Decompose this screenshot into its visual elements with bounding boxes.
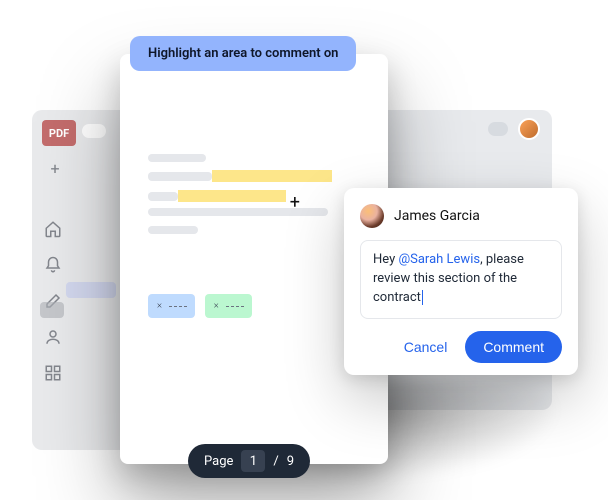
background-row [40, 302, 64, 318]
pagination-label: Page [204, 454, 233, 469]
highlight-row[interactable] [148, 172, 360, 182]
text-placeholder [148, 226, 198, 234]
signature-field-1[interactable]: × [148, 294, 195, 318]
comment-author-name: James Garcia [394, 208, 480, 224]
background-avatar [518, 118, 540, 140]
sidebar-icon-stack [44, 220, 62, 382]
comment-header: James Garcia [360, 204, 562, 228]
highlight-region[interactable] [178, 190, 286, 202]
comment-button[interactable]: Comment [465, 331, 562, 363]
signature-line [226, 306, 244, 307]
pagination-current-page[interactable]: 1 [241, 450, 265, 472]
cancel-button[interactable]: Cancel [392, 331, 460, 363]
comment-popover: James Garcia Hey @Sarah Lewis, please re… [344, 188, 578, 375]
text-caret-icon [422, 290, 423, 305]
plus-icon: + [48, 162, 62, 176]
bell-icon [44, 256, 62, 274]
comment-input[interactable]: Hey @Sarah Lewis, please review this sec… [360, 240, 562, 319]
avatar [360, 204, 384, 228]
signature-scribble-icon: × [156, 301, 163, 312]
text-placeholder [148, 172, 212, 181]
background-pill [488, 122, 508, 136]
background-selected-row [66, 282, 116, 298]
pagination-bar[interactable]: Page 1 / 9 [188, 444, 310, 478]
pagination-separator: / [273, 454, 278, 469]
mention-chip[interactable]: @Sarah Lewis [398, 252, 480, 267]
signature-field-2[interactable]: × [205, 294, 252, 318]
pagination-total-pages: 9 [287, 454, 294, 469]
home-icon [44, 220, 62, 238]
highlight-row[interactable]: + [148, 192, 360, 202]
text-placeholder [148, 208, 328, 216]
grid-icon [44, 364, 62, 382]
background-toggle [82, 124, 106, 138]
comment-actions: Cancel Comment [360, 331, 562, 363]
highlight-region[interactable] [212, 170, 332, 182]
highlight-tooltip: Highlight an area to comment on [130, 36, 356, 71]
signature-scribble-icon: × [213, 301, 220, 312]
stage: PDF + Highlight an area to comment on + [0, 0, 608, 500]
text-placeholder [148, 154, 206, 162]
crosshair-cursor-icon: + [290, 194, 300, 212]
pdf-badge: PDF [42, 120, 76, 146]
text-placeholder [148, 192, 178, 201]
signature-line [169, 306, 187, 307]
user-icon [44, 328, 62, 346]
comment-text-part: Hey [373, 252, 398, 267]
